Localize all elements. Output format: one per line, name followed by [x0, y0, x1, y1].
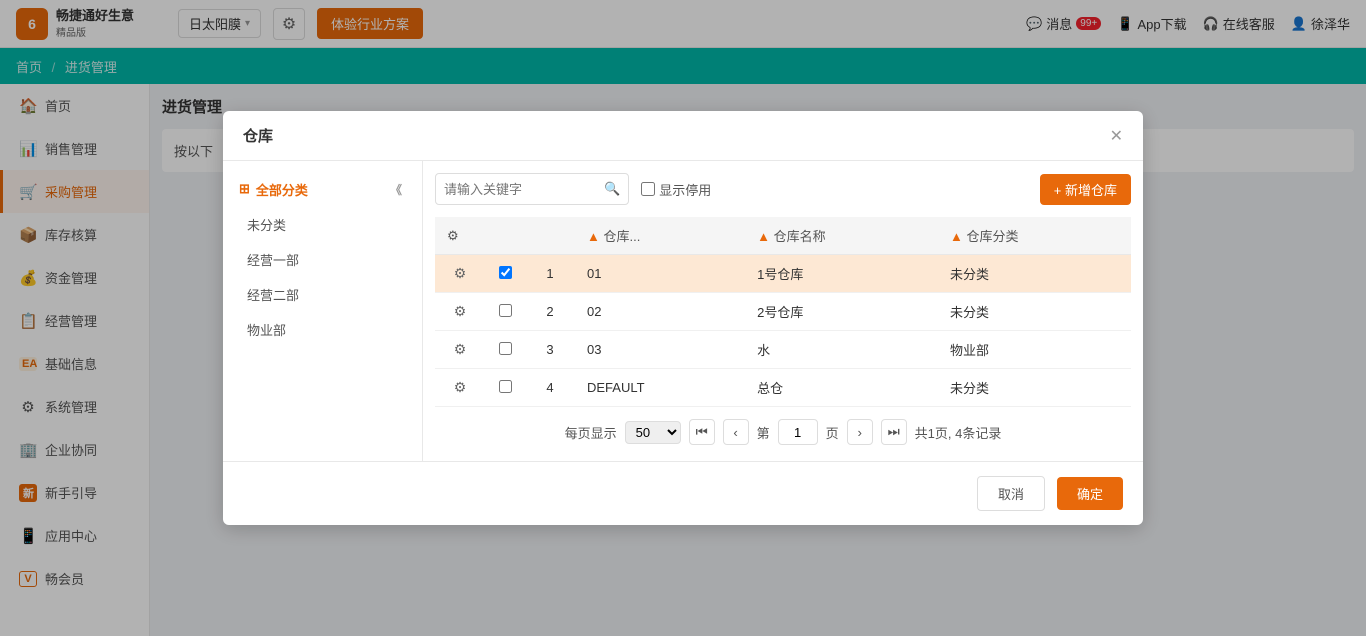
- col-header-no: [525, 217, 575, 255]
- page-suffix: 页: [826, 423, 839, 442]
- row-gear-icon[interactable]: ⚙: [435, 293, 485, 331]
- row-checkbox[interactable]: [485, 331, 525, 369]
- main-layout: 🏠 首页 📊 销售管理 🛒 采购管理 📦 库存核算 💰 资金管理 📋 经营管理 …: [0, 84, 1366, 636]
- dialog-title: 仓库: [243, 125, 273, 146]
- show-disabled-checkbox[interactable]: [641, 182, 655, 196]
- table-container: ⚙ ▲ 仓库...: [435, 217, 1131, 407]
- category-item-ops2[interactable]: 经营二部: [223, 277, 422, 312]
- pagination: 每页显示 50 20 100 ⏮ ‹ 第 1 页 ›: [435, 407, 1131, 449]
- row-number: 3: [525, 331, 575, 369]
- dialog-close-button[interactable]: ✕: [1110, 126, 1123, 146]
- row-number: 2: [525, 293, 575, 331]
- row-gear-icon[interactable]: ⚙: [435, 331, 485, 369]
- prev-page-button[interactable]: ‹: [723, 419, 749, 445]
- warehouse-dialog: 仓库 ✕ ⊞ 全部分类 《 未分类: [223, 111, 1143, 525]
- row-name: 水: [745, 331, 938, 369]
- content-area: 进货管理 按以下 仓库 ✕ ⊞ 全部分类: [150, 84, 1366, 636]
- row-category: 未分类: [938, 255, 1131, 293]
- all-category-label: 全部分类: [256, 180, 308, 199]
- per-page-label: 每页显示: [565, 423, 617, 442]
- row-gear-icon[interactable]: ⚙: [435, 255, 485, 293]
- row-name: 总仓: [745, 369, 938, 407]
- row-code: 02: [575, 293, 745, 331]
- row-code: 03: [575, 331, 745, 369]
- per-page-select[interactable]: 50 20 100: [625, 421, 681, 444]
- table-row[interactable]: ⚙ 4 DEFAULT 总仓 未分类: [435, 369, 1131, 407]
- table-row[interactable]: ⚙ 2 02 2号仓库 未分类: [435, 293, 1131, 331]
- col-header-category: ▲ 仓库分类: [938, 217, 1131, 255]
- modal-overlay: 仓库 ✕ ⊞ 全部分类 《 未分类: [150, 84, 1366, 636]
- table-row[interactable]: ⚙ 3 03 水 物业部: [435, 331, 1131, 369]
- row-category: 物业部: [938, 331, 1131, 369]
- search-input[interactable]: [444, 182, 604, 197]
- row-number: 4: [525, 369, 575, 407]
- first-page-button[interactable]: ⏮: [689, 419, 715, 445]
- row-number: 1: [525, 255, 575, 293]
- grid-icon: ⊞: [239, 181, 250, 197]
- dialog-footer: 取消 确定: [223, 461, 1143, 525]
- table-row[interactable]: ⚙ 1 01 1号仓库 未分类: [435, 255, 1131, 293]
- cancel-button[interactable]: 取消: [977, 476, 1045, 511]
- table-toolbar: 🔍 显示停用 + 新增仓库: [435, 173, 1131, 205]
- total-label: 共1页, 4条记录: [915, 423, 1002, 442]
- row-gear-icon[interactable]: ⚙: [435, 369, 485, 407]
- category-item-unclassified[interactable]: 未分类: [223, 207, 422, 242]
- gear-header-icon: ⚙: [447, 228, 459, 243]
- page-number-input[interactable]: 1: [778, 419, 818, 445]
- category-item-ops1[interactable]: 经营一部: [223, 242, 422, 277]
- table-panel: 🔍 显示停用 + 新增仓库: [423, 161, 1143, 461]
- confirm-button[interactable]: 确定: [1057, 477, 1123, 510]
- row-code: 01: [575, 255, 745, 293]
- dialog-header: 仓库 ✕: [223, 111, 1143, 161]
- dialog-body: ⊞ 全部分类 《 未分类 经营一部 经营二部: [223, 161, 1143, 461]
- col-header-gear: ⚙: [435, 217, 485, 255]
- row-category: 未分类: [938, 293, 1131, 331]
- col-header-code: ▲ 仓库...: [575, 217, 745, 255]
- show-disabled-label[interactable]: 显示停用: [641, 180, 711, 199]
- search-icon: 🔍: [604, 181, 620, 197]
- col-header-checkbox: [485, 217, 525, 255]
- row-checkbox[interactable]: [485, 255, 525, 293]
- row-name: 2号仓库: [745, 293, 938, 331]
- row-checkbox[interactable]: [485, 293, 525, 331]
- collapse-icon[interactable]: 《: [386, 179, 406, 199]
- row-category: 未分类: [938, 369, 1131, 407]
- last-page-button[interactable]: ⏭: [881, 419, 907, 445]
- page-label: 第: [757, 423, 770, 442]
- category-item-property[interactable]: 物业部: [223, 312, 422, 347]
- category-panel: ⊞ 全部分类 《 未分类 经营一部 经营二部: [223, 161, 423, 461]
- all-category-header[interactable]: ⊞ 全部分类 《: [223, 171, 422, 207]
- col-header-name: ▲ 仓库名称: [745, 217, 938, 255]
- add-warehouse-button[interactable]: + 新增仓库: [1040, 174, 1131, 205]
- search-input-wrap: 🔍: [435, 173, 629, 205]
- warehouse-table: ⚙ ▲ 仓库...: [435, 217, 1131, 407]
- row-name: 1号仓库: [745, 255, 938, 293]
- row-checkbox[interactable]: [485, 369, 525, 407]
- next-page-button[interactable]: ›: [847, 419, 873, 445]
- row-code: DEFAULT: [575, 369, 745, 407]
